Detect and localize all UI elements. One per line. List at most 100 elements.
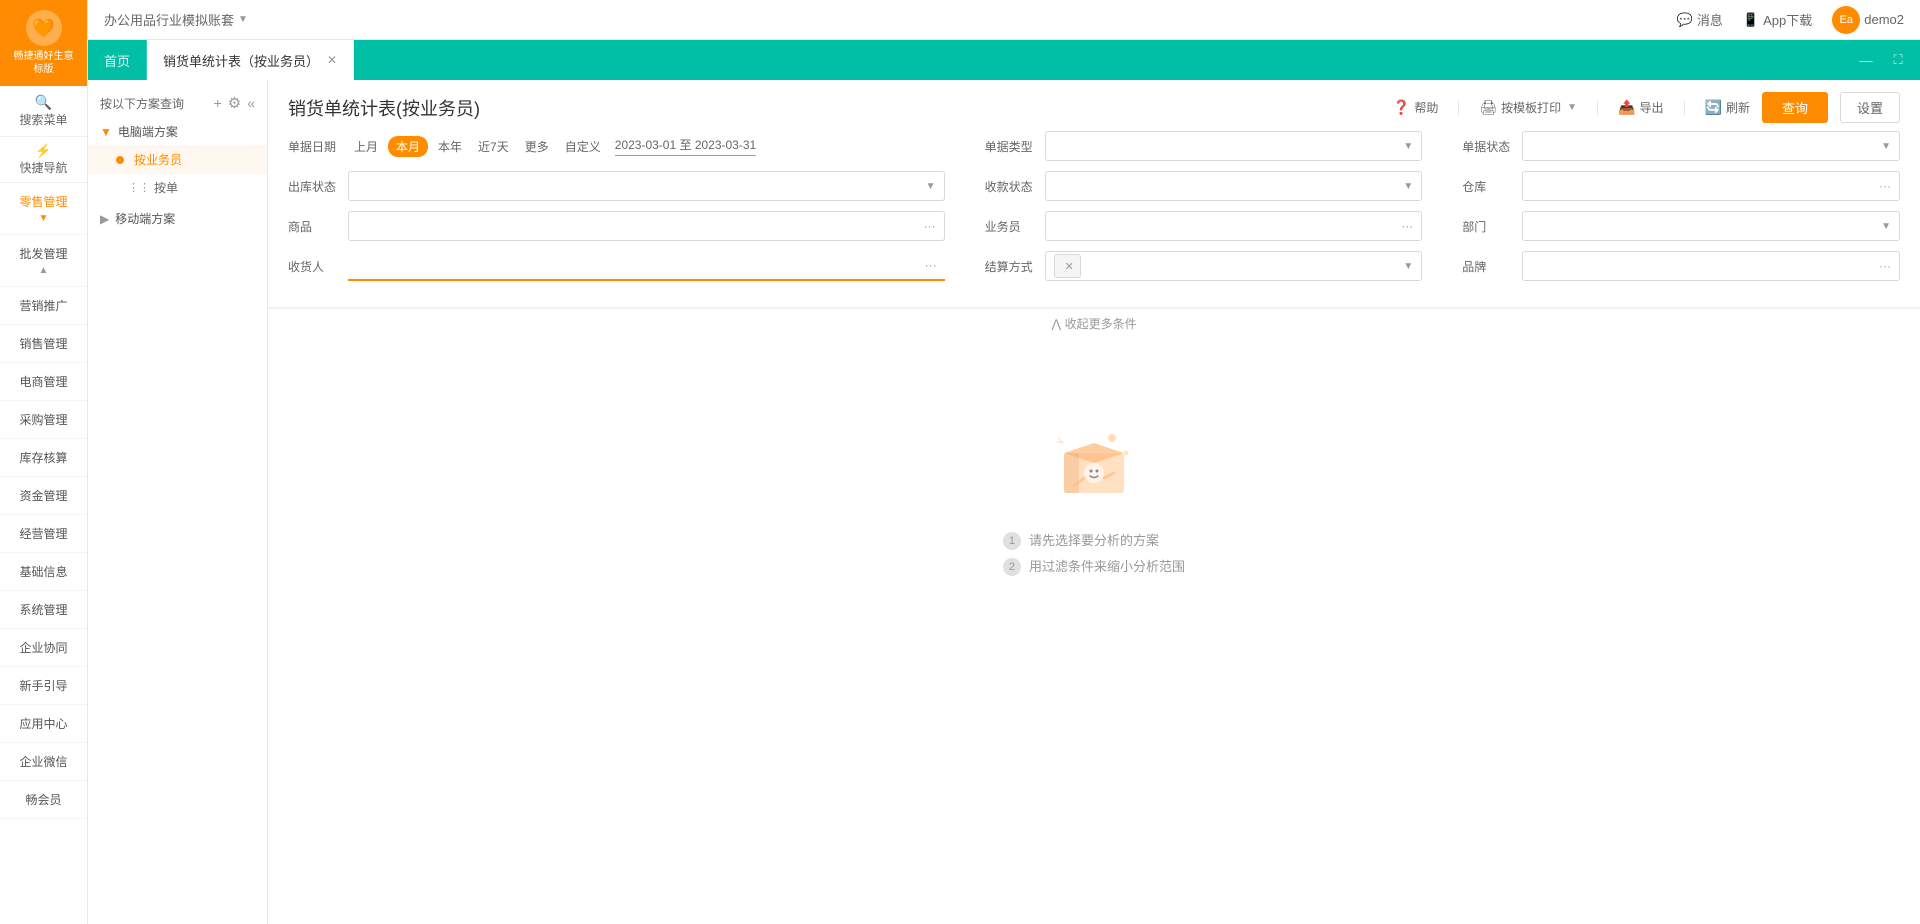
help-icon: ❓ [1393, 99, 1410, 116]
product-ellipsis-icon[interactable]: ··· [924, 219, 936, 233]
product-label: 商品 [288, 218, 348, 235]
pc-scheme-header[interactable]: ▼ 电脑端方案 [88, 118, 267, 145]
payment-tag-close[interactable]: ✕ [1065, 260, 1074, 273]
product-field: 商品 ··· [288, 211, 945, 241]
doc-status-arrow-icon: ▼ [1881, 141, 1891, 152]
filter-row-3: 商品 ··· 业务员 ··· [288, 211, 1900, 241]
doc-status-select[interactable]: ▼ [1522, 131, 1900, 161]
out-status-select[interactable]: ▼ [348, 171, 945, 201]
tabbar-right: — ⛶ [1852, 46, 1920, 74]
warehouse-label: 仓库 [1462, 178, 1522, 195]
tab-minimize-btn[interactable]: — [1852, 46, 1880, 74]
step-2-num: 2 [1003, 558, 1021, 576]
sidebar-item-new-guide[interactable]: 新手引导 [0, 667, 87, 705]
date-tab-this-month[interactable]: 本月 [388, 136, 428, 157]
brand-ellipsis-icon[interactable]: ··· [1879, 259, 1891, 273]
settings-btn[interactable]: 设置 [1840, 92, 1900, 123]
sidebar-item-purchase[interactable]: 采购管理 [0, 401, 87, 439]
edit-scheme-btn[interactable]: ⚙ [228, 94, 241, 112]
warehouse-ellipsis-icon[interactable]: ··· [1879, 179, 1891, 193]
salesperson-input[interactable]: ··· [1045, 211, 1423, 241]
print-dropdown-icon: ▼ [1567, 102, 1577, 113]
receipt-status-field: 收款状态 ▼ [985, 171, 1423, 201]
add-scheme-btn[interactable]: + [214, 95, 222, 111]
sidebar-item-marketing[interactable]: 营销推广 [0, 287, 87, 325]
sidebar-item-corp-collab[interactable]: 企业协同 [0, 629, 87, 667]
payment-field: 结算方式 ✕ ▼ [985, 251, 1423, 281]
topbar-left: 办公用品行业模拟账套 ▼ [104, 10, 248, 29]
recipient-ellipsis-icon[interactable]: ··· [925, 258, 937, 272]
sidebar-item-inventory[interactable]: 库存核算 [0, 439, 87, 477]
doc-status-label: 单据状态 [1462, 138, 1522, 155]
form-area: 销货单统计表(按业务员) ❓ 帮助 🖨 按模板打印 ▼ 📤 [268, 80, 1920, 924]
maximize-icon: ⛶ [1893, 52, 1902, 68]
doc-status-field: 单据状态 ▼ [1462, 131, 1900, 161]
payment-arrow-icon: ▼ [1403, 261, 1413, 272]
export-btn[interactable]: 📤 导出 [1618, 99, 1663, 116]
sidebar-item-wholesale[interactable]: 批发管理 ▲ [0, 235, 87, 287]
message-btn[interactable]: 💬 消息 [1677, 10, 1723, 29]
receipt-status-arrow-icon: ▼ [1403, 181, 1413, 192]
tab-home[interactable]: 首页 [88, 40, 147, 80]
date-tab-7days[interactable]: 近7天 [472, 136, 515, 157]
sidebar-item-system[interactable]: 系统管理 [0, 591, 87, 629]
collapse-bar[interactable]: ⋀ 收起更多条件 [268, 308, 1920, 338]
minimize-icon: — [1860, 53, 1873, 68]
sidebar-item-app-center[interactable]: 应用中心 [0, 705, 87, 743]
product-input[interactable]: ··· [348, 211, 945, 241]
page-title: 销货单统计表(按业务员) [288, 95, 480, 121]
app-download-btn[interactable]: 📱 App下载 [1743, 10, 1812, 29]
salesperson-ellipsis-icon[interactable]: ··· [1401, 219, 1413, 233]
recipient-input[interactable]: ··· [348, 251, 945, 281]
sidebar-item-finance[interactable]: 资金管理 [0, 477, 87, 515]
date-tab-last-month[interactable]: 上月 [348, 136, 384, 157]
salesperson-field: 业务员 ··· [985, 211, 1423, 241]
payment-select[interactable]: ✕ ▼ [1045, 251, 1423, 281]
tab-sales-stats[interactable]: 销货单统计表（按业务员） ✕ [147, 40, 354, 80]
content-area: 按以下方案查询 + ⚙ « ▼ 电脑端方案 按业务员 ⋮⋮ 按单 [88, 80, 1920, 924]
sidebar-item-member[interactable]: 畅会员 [0, 781, 87, 819]
recipient-text-input[interactable] [356, 258, 921, 272]
sidebar-item-retail[interactable]: 零售管理 ▼ [0, 183, 87, 235]
sidebar-quick-nav[interactable]: ⚡ 快捷导航 [0, 137, 87, 183]
date-range-value[interactable]: 2023-03-01 至 2023-03-31 [615, 136, 756, 156]
template-print-btn[interactable]: 🖨 按模板打印 ▼ [1479, 99, 1577, 116]
sidebar-item-sales[interactable]: 销售管理 [0, 325, 87, 363]
sidebar-item-wechat[interactable]: 企业微信 [0, 743, 87, 781]
receipt-status-select[interactable]: ▼ [1045, 171, 1423, 201]
doc-type-select[interactable]: ▼ [1045, 131, 1423, 161]
doc-type-field: 单据类型 ▼ [985, 131, 1423, 161]
tab-close-icon[interactable]: ✕ [327, 53, 337, 67]
mobile-scheme-header[interactable]: ▶ 移动端方案 [88, 205, 267, 232]
brand-input[interactable]: ··· [1522, 251, 1900, 281]
panel-header: 按以下方案查询 + ⚙ « [88, 88, 267, 118]
date-tab-more[interactable]: 更多 [519, 136, 555, 157]
query-btn[interactable]: 查询 [1762, 92, 1828, 123]
date-tab-this-year[interactable]: 本年 [432, 136, 468, 157]
filter-row-2: 出库状态 ▼ 收款状态 ▼ [288, 171, 1900, 201]
sidebar-item-operations[interactable]: 经营管理 [0, 515, 87, 553]
warehouse-input[interactable]: ··· [1522, 171, 1900, 201]
user-profile[interactable]: Ea demo2 [1832, 6, 1904, 34]
date-tab-custom[interactable]: 自定义 [559, 136, 607, 157]
department-select[interactable]: ▼ [1522, 211, 1900, 241]
scheme-by-order[interactable]: ⋮⋮ 按单 [88, 174, 267, 201]
sidebar-item-ecommerce[interactable]: 电商管理 [0, 363, 87, 401]
tab-maximize-btn[interactable]: ⛶ [1884, 46, 1912, 74]
refresh-btn[interactable]: 🔄 刷新 [1705, 99, 1750, 116]
help-btn[interactable]: ❓ 帮助 [1393, 99, 1438, 116]
step-1-num: 1 [1003, 532, 1021, 550]
sidebar-item-basic-info[interactable]: 基础信息 [0, 553, 87, 591]
collapse-panel-btn[interactable]: « [247, 95, 255, 111]
sidebar-search[interactable]: 🔍 搜索菜单 [0, 86, 87, 137]
empty-steps-list: 1 请先选择要分析的方案 2 用过滤条件来缩小分析范围 [1003, 528, 1185, 580]
out-status-field: 出库状态 ▼ [288, 171, 945, 201]
filter-row-4: 收货人 ··· 结算方式 ✕ [288, 251, 1900, 281]
app-logo[interactable]: 🧡 畅捷通好生意 标版 [0, 0, 88, 86]
expand-icon: ▼ [100, 125, 112, 139]
company-selector[interactable]: 办公用品行业模拟账套 ▼ [104, 10, 248, 29]
order-icon: ⋮⋮ [128, 181, 150, 194]
avatar: Ea [1832, 6, 1860, 34]
receipt-status-label: 收款状态 [985, 178, 1045, 195]
scheme-salesperson[interactable]: 按业务员 [88, 145, 267, 174]
